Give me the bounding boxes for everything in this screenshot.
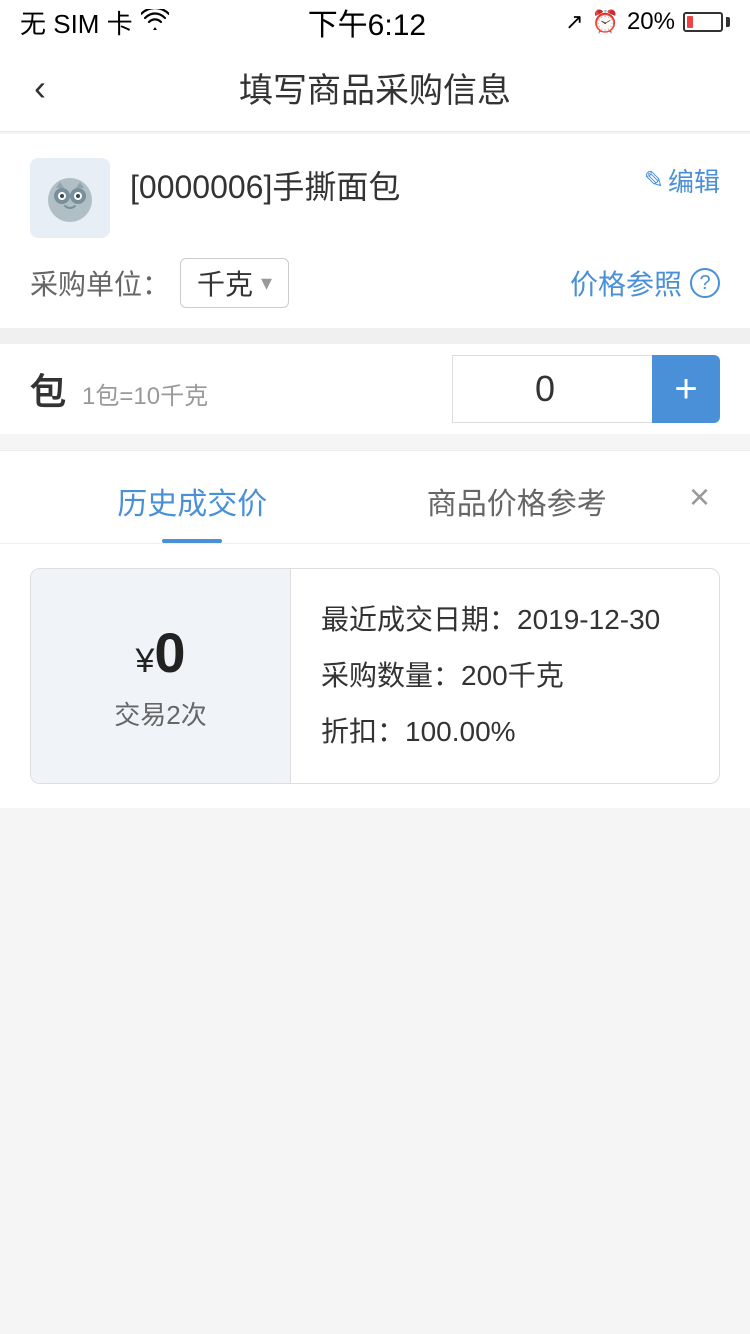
quantity-section: 包 1包=10千克 + bbox=[0, 344, 750, 434]
price-card-left: ¥0 交易2次 bbox=[31, 569, 291, 783]
quantity-input-area: + bbox=[452, 355, 720, 423]
tab-product-price-ref[interactable]: 商品价格参考 bbox=[354, 451, 678, 543]
quantity-plus-button[interactable]: + bbox=[652, 355, 720, 423]
history-price-card: ¥0 交易2次 最近成交日期：2019-12-30 采购数量：200千克 折扣：… bbox=[30, 568, 720, 784]
edit-button[interactable]: ✎ 编辑 bbox=[644, 162, 720, 199]
price-card-right: 最近成交日期：2019-12-30 采购数量：200千克 折扣：100.00% bbox=[291, 569, 719, 783]
currency-symbol: ¥ bbox=[135, 642, 154, 680]
trades-count: 交易2次 bbox=[114, 695, 206, 732]
status-left: 无 SIM 卡 bbox=[20, 4, 169, 41]
card-section: ¥0 交易2次 最近成交日期：2019-12-30 采购数量：200千克 折扣：… bbox=[0, 544, 750, 808]
page-title: 填写商品采购信息 bbox=[239, 63, 511, 112]
quantity-conversion: 1包=10千克 bbox=[82, 376, 208, 411]
product-unit-row: 采购单位： 千克 ▾ 价格参照 ? bbox=[30, 258, 720, 308]
section-divider bbox=[0, 328, 750, 344]
tab-history-price[interactable]: 历史成交价 bbox=[30, 451, 354, 543]
carrier-text: 无 SIM 卡 bbox=[20, 4, 133, 41]
time-display: 下午6:12 bbox=[308, 0, 426, 44]
tab-close-button[interactable]: × bbox=[679, 466, 720, 528]
recent-date-row: 最近成交日期：2019-12-30 bbox=[321, 599, 689, 641]
product-left: [0000006]手撕面包 bbox=[30, 158, 400, 238]
back-button[interactable]: ‹ bbox=[24, 57, 56, 119]
quantity-label: 包 1包=10千克 bbox=[30, 363, 208, 415]
wifi-icon bbox=[141, 7, 169, 38]
product-name: [0000006]手撕面包 bbox=[130, 162, 400, 208]
status-right: ↗ ⏰ 20% bbox=[565, 8, 730, 36]
product-section: [0000006]手撕面包 ✎ 编辑 采购单位： 千克 ▾ 价格参照 ? bbox=[0, 134, 750, 328]
unit-label: 采购单位： bbox=[30, 263, 170, 303]
tabs-header: 历史成交价 商品价格参考 × bbox=[0, 451, 750, 544]
nav-bar: ‹ 填写商品采购信息 bbox=[0, 44, 750, 132]
tabs-section: 历史成交价 商品价格参考 × ¥0 交易2次 最近成交日期：2019-12-30 bbox=[0, 450, 750, 808]
price-display: ¥0 bbox=[135, 620, 185, 685]
chevron-down-icon: ▾ bbox=[261, 270, 272, 296]
help-icon: ? bbox=[690, 268, 720, 298]
discount-row: 折扣：100.00% bbox=[321, 711, 689, 753]
alarm-icon: ⏰ bbox=[592, 9, 619, 35]
product-header: [0000006]手撕面包 ✎ 编辑 bbox=[30, 158, 720, 238]
battery-percent: 20% bbox=[627, 8, 675, 36]
quantity-input[interactable] bbox=[452, 355, 652, 423]
product-thumbnail bbox=[30, 158, 110, 238]
status-bar: 无 SIM 卡 下午6:12 ↗ ⏰ 20% bbox=[0, 0, 750, 44]
price-reference-button[interactable]: 价格参照 ? bbox=[570, 263, 720, 303]
purchase-quantity-row: 采购数量：200千克 bbox=[321, 655, 689, 697]
edit-icon: ✎ bbox=[644, 166, 664, 195]
battery-icon bbox=[683, 12, 730, 32]
tab-active-indicator bbox=[162, 539, 222, 543]
quantity-unit: 包 bbox=[30, 363, 66, 415]
unit-select[interactable]: 千克 ▾ bbox=[180, 258, 289, 308]
location-icon: ↗ bbox=[565, 9, 583, 35]
